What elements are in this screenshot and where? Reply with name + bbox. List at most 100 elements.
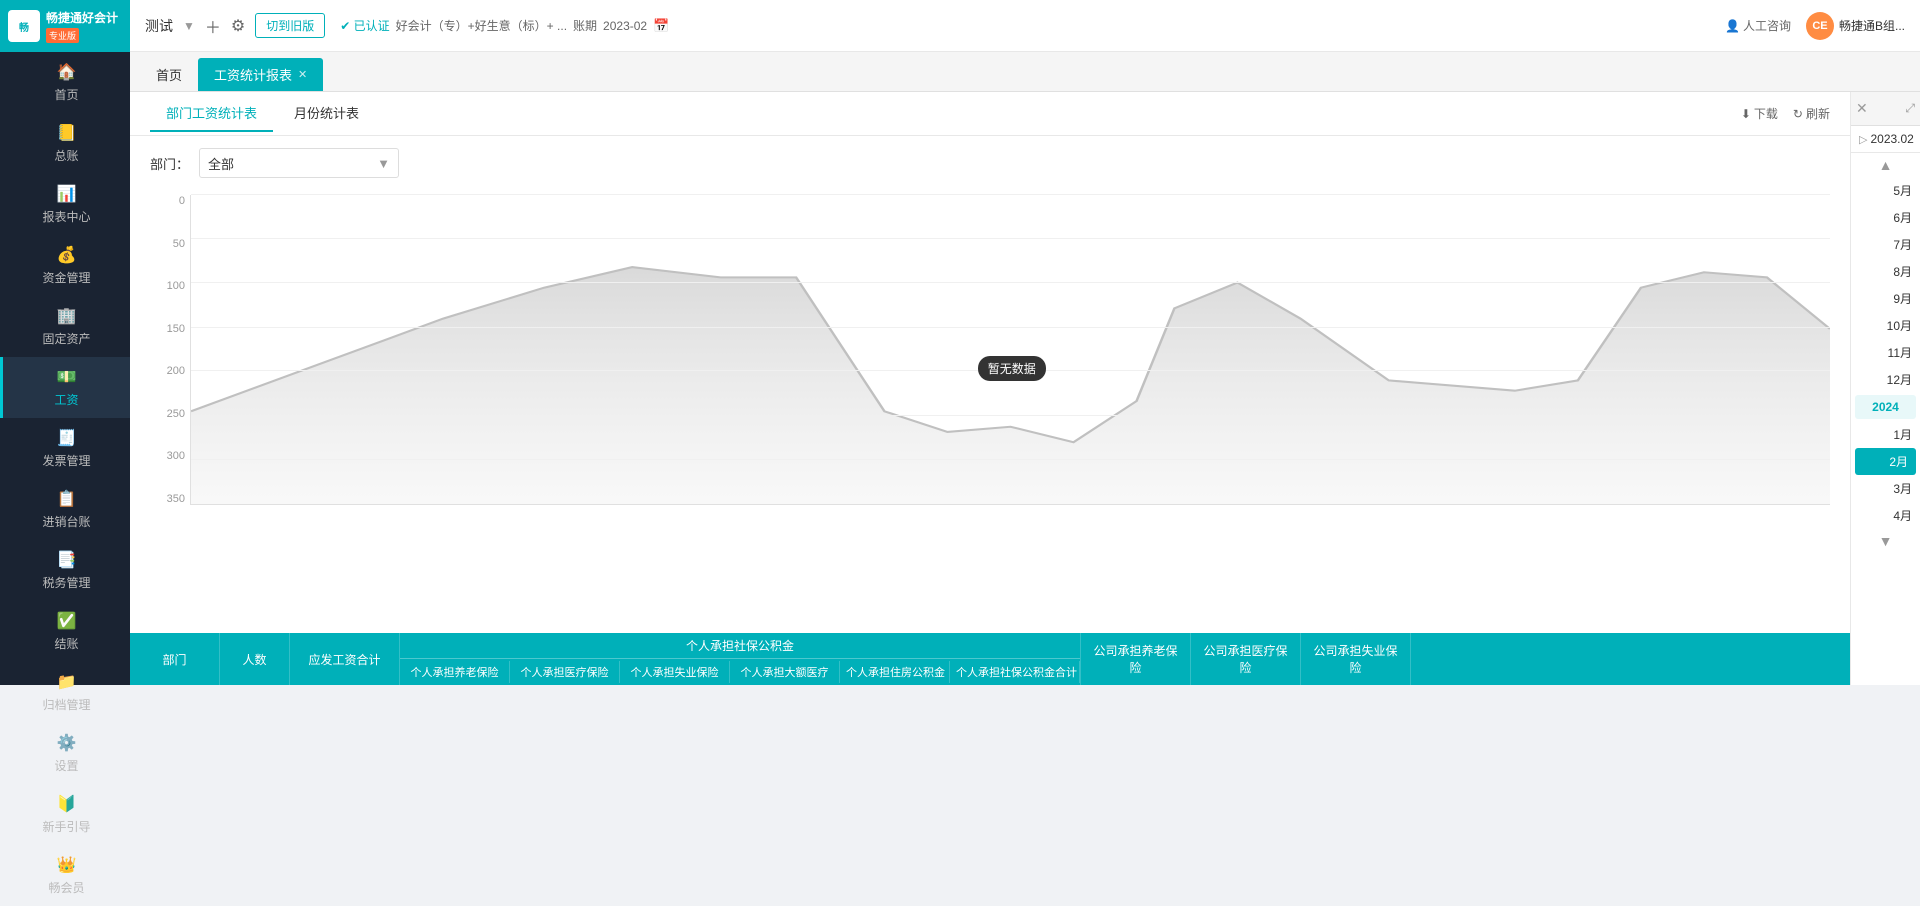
sidebar-item-label: 结账 [54,635,78,652]
ledger-icon: 📒 [57,123,77,143]
date-down-button[interactable]: ▼ [1851,529,1920,553]
col-total-personal: 个人承担社保公积金合计 [950,661,1080,683]
help-button[interactable]: 👤 人工咨询 [1725,17,1791,34]
sidebar-item-home[interactable]: 🏠 首页 [0,52,130,113]
tab-bar: 首页 工资统计报表 ✕ [130,52,1920,92]
sidebar-item-tax[interactable]: 📑 税务管理 [0,540,130,601]
download-icon: ⬇ [1741,107,1751,121]
sidebar-item-label: 首页 [54,86,78,103]
sidebar-item-assets[interactable]: 🏢 固定资产 [0,296,130,357]
sidebar-item-label: 工资 [54,391,78,408]
date-item-12[interactable]: 12月 [1851,366,1920,393]
user-menu[interactable]: CE 畅捷通B组... [1806,12,1905,40]
user-name: 畅捷通B组... [1839,17,1905,34]
sidebar-item-salary[interactable]: 💵 工资 [0,357,130,418]
sidebar-item-label: 固定资产 [42,330,90,347]
date-item-5[interactable]: 5月 [1851,177,1920,204]
topbar: 测试 ▼ ＋ ⚙ 切到旧版 ✔ 已认证 好会计（专）+好生意（标）+ ... 账… [130,0,1920,52]
settings-icon[interactable]: ⚙ [231,16,245,36]
tab-salary-report[interactable]: 工资统计报表 ✕ [198,58,323,91]
home-icon: 🏠 [57,62,77,82]
help-icon: 👤 [1725,19,1740,33]
table-header-row: 部门 人数 应发工资合计 个人承担社保公积金 个人承担养老保险 个人承担医疗保险… [130,633,1850,685]
chart-area: 350 300 250 200 150 100 50 0 [130,190,1850,633]
switch-version-button[interactable]: 切到旧版 [255,13,325,38]
sidebar-item-reports[interactable]: 📊 报表中心 [0,174,130,235]
date-item-7[interactable]: 7月 [1851,231,1920,258]
sidebar-item-label: 总账 [54,147,78,164]
download-button[interactable]: ⬇ 下载 [1741,105,1778,122]
logo-icon: 畅 [8,10,40,42]
date-nav: ▲ 5月 6月 7月 8月 9月 10月 11月 12月 2024 1月 2月 … [1851,153,1920,685]
subtab-monthly[interactable]: 月份统计表 [278,95,375,132]
sidebar: 畅 畅捷通好会计 专业版 🏠 首页 📒 总账 📊 报表中心 💰 资金管理 🏢 固… [0,0,130,685]
select-arrow-icon: ▼ [377,156,390,171]
col-count: 人数 [220,633,290,685]
tab-home[interactable]: 首页 [140,58,198,91]
date-item-8[interactable]: 8月 [1851,258,1920,285]
content-area: 部门工资统计表 月份统计表 ⬇ 下载 ↻ 刷新 [130,92,1920,685]
calendar-icon[interactable]: 📅 [653,18,669,34]
group-sub-headers: 个人承担养老保险 个人承担医疗保险 个人承担失业保险 个人承担大额医疗 个人承担… [400,659,1080,685]
sidebar-item-archive[interactable]: 📁 归档管理 [0,662,130,723]
reports-icon: 📊 [57,184,77,204]
col-dept: 部门 [130,633,220,685]
col-group-insurance: 个人承担社保公积金 个人承担养老保险 个人承担医疗保险 个人承担失业保险 个人承… [400,633,1081,685]
cert-badge: ✔ 已认证 [340,17,389,34]
panel-expand-icon[interactable]: ⤢ [1905,101,1915,116]
sidebar-item-sales[interactable]: 📋 进销台账 [0,479,130,540]
dropdown-arrow-icon[interactable]: ▼ [183,19,195,33]
sidebar-item-label: 归档管理 [42,696,90,713]
sidebar-item-label: 报表中心 [42,208,90,225]
date-up-button[interactable]: ▲ [1851,153,1920,177]
funds-icon: 💰 [57,245,77,265]
panel-close-icon[interactable]: ✕ [1856,100,1868,117]
logo-text: 畅捷通好会计 专业版 [46,9,118,43]
filter-label: 部门： [150,154,189,173]
sidebar-item-label: 进销台账 [42,513,90,530]
area-chart-svg [191,195,1830,504]
date-item-10[interactable]: 10月 [1851,312,1920,339]
tab-close-icon[interactable]: ✕ [298,68,307,81]
sidebar-item-ledger[interactable]: 📒 总账 [0,113,130,174]
year-2024[interactable]: 2024 [1855,395,1916,419]
filter-bar: 部门： 全部 ▼ [130,136,1850,190]
date-value: 2023.02 [1870,132,1913,146]
sidebar-item-funds[interactable]: 💰 资金管理 [0,235,130,296]
subtab-right: ⬇ 下载 ↻ 刷新 [1741,105,1830,122]
date-item-11[interactable]: 11月 [1851,339,1920,366]
dept-select[interactable]: 全部 ▼ [199,148,399,178]
product-badges: 好会计（专）+好生意（标）+ ... [396,17,567,34]
tab-home-label: 首页 [156,65,182,84]
sidebar-item-label: 新手引导 [42,818,90,835]
panel-header: ✕ ⤢ [1851,92,1920,126]
sidebar-nav: 🏠 首页 📒 总账 📊 报表中心 💰 资金管理 🏢 固定资产 💵 工资 🧾 发票… [0,52,130,906]
date-item-1[interactable]: 1月 [1851,421,1920,448]
sidebar-item-settings[interactable]: ⚙️ 设置 [0,723,130,784]
main-area: 测试 ▼ ＋ ⚙ 切到旧版 ✔ 已认证 好会计（专）+好生意（标）+ ... 账… [130,0,1920,685]
add-icon[interactable]: ＋ [205,14,221,38]
chart-container: 350 300 250 200 150 100 50 0 [150,195,1830,535]
refresh-icon: ↻ [1793,107,1803,121]
col-pension-personal: 个人承担养老保险 [400,661,510,683]
sidebar-item-vip[interactable]: 👑 畅会员 [0,845,130,906]
sidebar-item-invoice[interactable]: 🧾 发票管理 [0,418,130,479]
sales-icon: 📋 [57,489,77,509]
refresh-button[interactable]: ↻ 刷新 [1793,105,1830,122]
vip-icon: 👑 [57,855,77,875]
archive-icon: 📁 [57,672,77,692]
topbar-right: 👤 人工咨询 CE 畅捷通B组... [1725,12,1905,40]
subtab-dept[interactable]: 部门工资统计表 [150,95,273,132]
date-item-2[interactable]: 2月 [1855,448,1916,475]
sidebar-item-checkout[interactable]: ✅ 结账 [0,601,130,662]
guide-icon: 🔰 [57,794,77,814]
sidebar-item-label: 税务管理 [42,574,90,591]
period-label: 账期 [573,17,597,34]
sidebar-item-guide[interactable]: 🔰 新手引导 [0,784,130,845]
assets-icon: 🏢 [57,306,77,326]
date-item-3[interactable]: 3月 [1851,475,1920,502]
col-medical-company: 公司承担医疗保险 [1191,633,1301,685]
date-item-4[interactable]: 4月 [1851,502,1920,529]
date-item-6[interactable]: 6月 [1851,204,1920,231]
date-item-9[interactable]: 9月 [1851,285,1920,312]
